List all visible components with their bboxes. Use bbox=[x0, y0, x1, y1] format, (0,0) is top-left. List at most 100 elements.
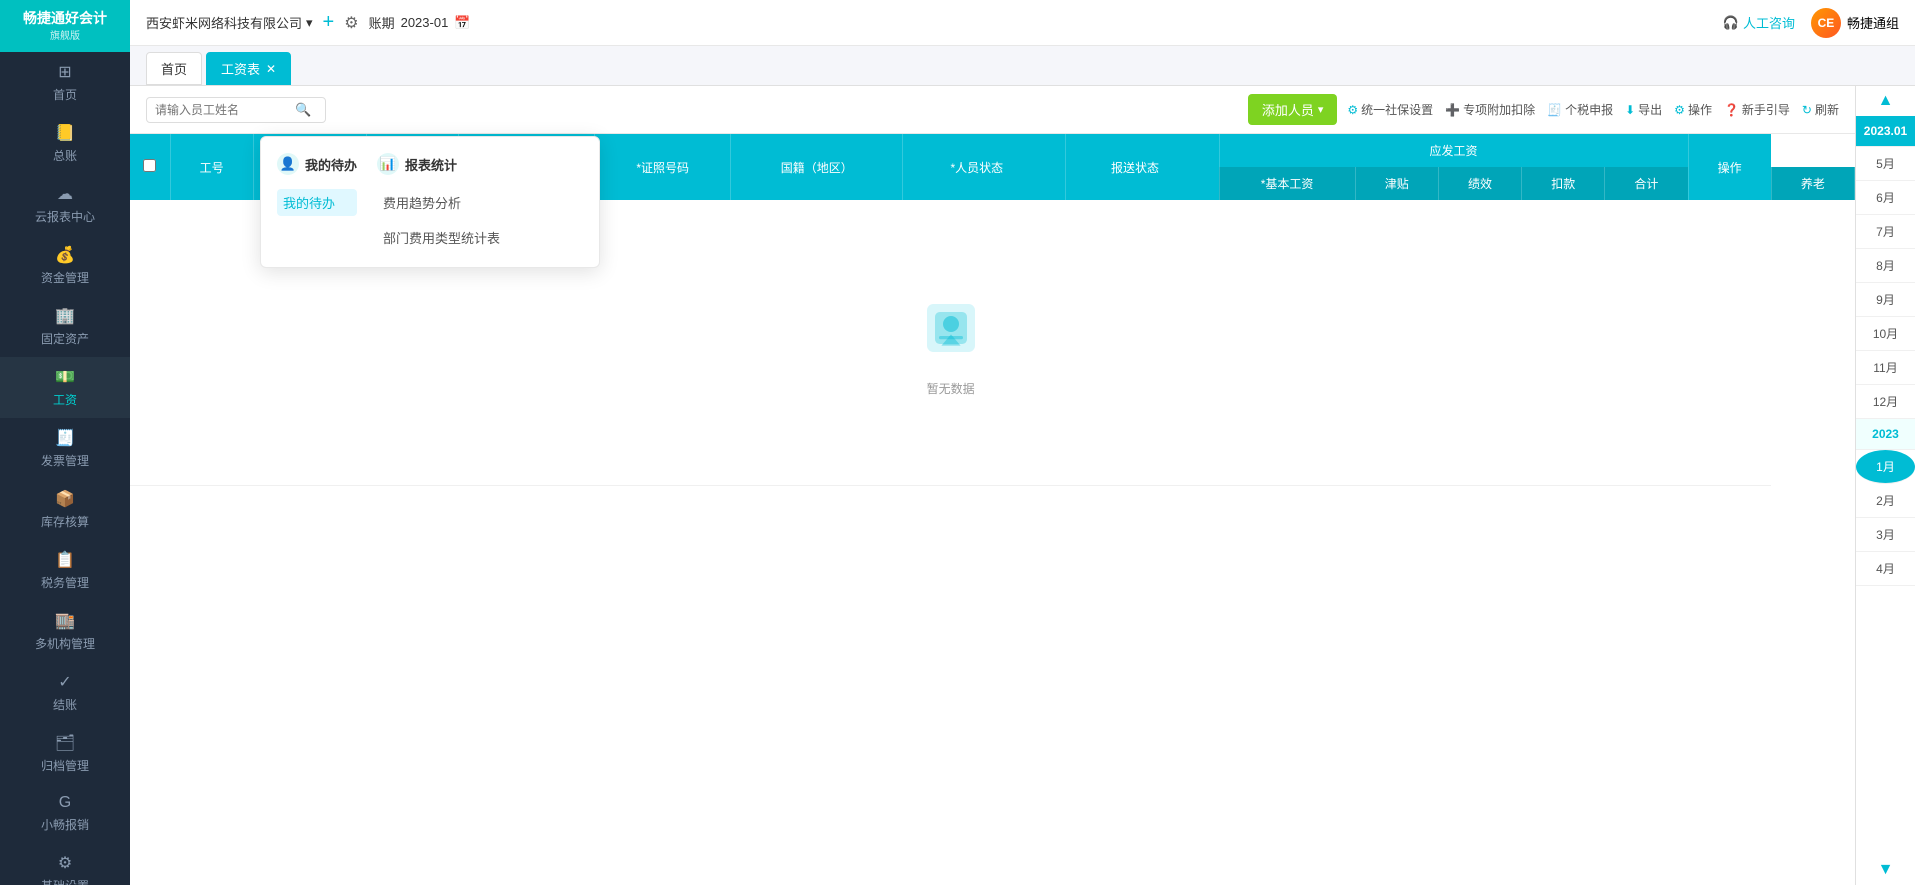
dropdown-item-dept[interactable]: 部门费用类型统计表 bbox=[377, 224, 506, 251]
sidebar-item-close[interactable]: ✓ 结账 bbox=[0, 662, 130, 723]
user-name: 畅捷通组 bbox=[1847, 13, 1899, 32]
tab-label: 工资表 bbox=[221, 59, 260, 78]
sidebar-item-archive[interactable]: 🗂 归档管理 bbox=[0, 723, 130, 784]
month-nav-down[interactable]: ▼ bbox=[1856, 855, 1915, 885]
action-icon: ⬇ bbox=[1625, 103, 1635, 117]
action-统一社保设置[interactable]: ⚙统一社保设置 bbox=[1347, 101, 1433, 118]
select-all-header bbox=[130, 134, 170, 200]
sidebar-item-multi[interactable]: 🏬 多机构管理 bbox=[0, 601, 130, 662]
search-wrap[interactable]: 🔍 bbox=[146, 97, 326, 123]
month-panel-header: 2023.01 bbox=[1856, 116, 1915, 147]
ledger-icon: 📒 bbox=[55, 123, 75, 143]
sidebar-item-label-invoice: 发票管理 bbox=[41, 452, 89, 469]
month-item-2023-1月[interactable]: 1月 bbox=[1856, 450, 1915, 484]
funds-icon: 💰 bbox=[55, 245, 75, 265]
company-selector[interactable]: 西安虾米网络科技有限公司 ▾ bbox=[146, 13, 313, 32]
month-item-2023-2月[interactable]: 2月 bbox=[1856, 484, 1915, 518]
sidebar-item-label-salary: 工资 bbox=[53, 391, 77, 408]
month-panel: ▲ 2023.015月6月7月8月9月10月11月12月20231月2月3月4月… bbox=[1855, 86, 1915, 885]
col-deduction: 扣款 bbox=[1522, 167, 1605, 200]
dropdown-sections: 👤 我的待办 我的待办 📊 报表统计 费用趋势分析 部门费用类型统计表 bbox=[277, 153, 583, 251]
section-todo-title: 👤 我的待办 bbox=[277, 153, 357, 175]
action-刷新[interactable]: ↻刷新 bbox=[1802, 101, 1839, 118]
period-value: 2023-01 bbox=[401, 15, 449, 30]
empty-illustration bbox=[911, 288, 991, 368]
sidebar-nav: ⊞ 首页 📒 总账 ☁ 云报表中心 💰 资金管理 🏢 固定资产 💵 工资 🧾 发… bbox=[0, 52, 130, 885]
sidebar-item-xiao[interactable]: G 小畅报销 bbox=[0, 784, 130, 843]
action-icon: ➕ bbox=[1445, 103, 1460, 117]
sidebar-item-funds[interactable]: 💰 资金管理 bbox=[0, 235, 130, 296]
month-item-8月[interactable]: 8月 bbox=[1856, 249, 1915, 283]
xiao-icon: G bbox=[59, 794, 71, 812]
action-操作[interactable]: ⚙操作 bbox=[1674, 101, 1712, 118]
sidebar-item-home[interactable]: ⊞ 首页 bbox=[0, 52, 130, 113]
add-person-button[interactable]: 添加人员 ▾ bbox=[1248, 94, 1338, 125]
sidebar-item-inventory[interactable]: 📦 库存核算 bbox=[0, 479, 130, 540]
action-icon: ↻ bbox=[1802, 103, 1812, 117]
sidebar-item-tax[interactable]: 📋 税务管理 bbox=[0, 540, 130, 601]
tab-close-icon[interactable]: ✕ bbox=[266, 63, 276, 75]
tab-首页[interactable]: 首页 bbox=[146, 52, 202, 85]
sidebar-item-label-close: 结账 bbox=[53, 696, 77, 713]
month-item-6月[interactable]: 6月 bbox=[1856, 181, 1915, 215]
month-item-10月[interactable]: 10月 bbox=[1856, 317, 1915, 351]
month-list: 2023.015月6月7月8月9月10月11月12月20231月2月3月4月 bbox=[1856, 116, 1915, 855]
dropdown-item-trend[interactable]: 费用趋势分析 bbox=[377, 189, 506, 216]
topbar-right: 🎧 人工咨询 CE 畅捷通组 bbox=[1723, 8, 1899, 38]
period-label: 账期 bbox=[369, 13, 395, 32]
user-menu[interactable]: CE 畅捷通组 bbox=[1811, 8, 1899, 38]
col-pension: 养老 bbox=[1771, 167, 1854, 200]
report-icon: 📊 bbox=[377, 153, 399, 175]
month-item-7月[interactable]: 7月 bbox=[1856, 215, 1915, 249]
tab-label: 首页 bbox=[161, 59, 187, 78]
app-subtitle: 旗舰版 bbox=[50, 27, 80, 42]
action-label: 统一社保设置 bbox=[1361, 101, 1433, 118]
sidebar-item-label-inventory: 库存核算 bbox=[41, 513, 89, 530]
toolbar-actions: ⚙统一社保设置 ➕专项附加扣除 🧾个税申报 ⬇导出 ⚙操作 ❓新手引导 ↻刷新 bbox=[1347, 101, 1839, 118]
app-name: 畅捷通好会计 bbox=[23, 10, 107, 27]
col-nationality: 国籍（地区） bbox=[731, 134, 903, 200]
action-导出[interactable]: ⬇导出 bbox=[1625, 101, 1662, 118]
section-reports-label: 报表统计 bbox=[405, 155, 457, 174]
action-label: 专项附加扣除 bbox=[1463, 101, 1535, 118]
company-name: 西安虾米网络科技有限公司 bbox=[146, 13, 302, 32]
sidebar-item-label-funds: 资金管理 bbox=[41, 269, 89, 286]
sidebar-item-label-home: 首页 bbox=[53, 86, 77, 103]
month-nav-up[interactable]: ▲ bbox=[1856, 86, 1915, 116]
action-新手引导[interactable]: ❓新手引导 bbox=[1724, 101, 1790, 118]
sidebar-item-ledger[interactable]: 📒 总账 bbox=[0, 113, 130, 174]
sidebar-item-salary[interactable]: 💵 工资 bbox=[0, 357, 130, 418]
col-performance: 绩效 bbox=[1438, 167, 1521, 200]
dropdown-item-todo[interactable]: 我的待办 bbox=[277, 189, 357, 216]
period-selector[interactable]: 账期 2023-01 📅 bbox=[369, 13, 471, 32]
assets-icon: 🏢 bbox=[55, 306, 75, 326]
month-item-2023-4月[interactable]: 4月 bbox=[1856, 552, 1915, 586]
sidebar-item-basic[interactable]: ⚙ 基础设置 bbox=[0, 843, 130, 885]
action-label: 操作 bbox=[1688, 101, 1712, 118]
action-专项附加扣除[interactable]: ➕专项附加扣除 bbox=[1445, 101, 1535, 118]
sidebar-item-assets[interactable]: 🏢 固定资产 bbox=[0, 296, 130, 357]
action-个税申报[interactable]: 🧾个税申报 bbox=[1547, 101, 1613, 118]
tab-工资表[interactable]: 工资表 ✕ bbox=[206, 52, 291, 85]
inventory-icon: 📦 bbox=[55, 489, 75, 509]
month-item-9月[interactable]: 9月 bbox=[1856, 283, 1915, 317]
sidebar-item-label-ledger: 总账 bbox=[53, 147, 77, 164]
service-button[interactable]: 🎧 人工咨询 bbox=[1723, 13, 1795, 32]
settings-button[interactable]: ⚙ bbox=[344, 13, 358, 33]
month-item-12月[interactable]: 12月 bbox=[1856, 385, 1915, 419]
cloud-icon: ☁ bbox=[57, 184, 73, 204]
sidebar-item-cloud[interactable]: ☁ 云报表中心 bbox=[0, 174, 130, 235]
search-input[interactable] bbox=[155, 103, 295, 117]
month-item-5月[interactable]: 5月 bbox=[1856, 147, 1915, 181]
section-todo-label: 我的待办 bbox=[305, 155, 357, 174]
month-item-2023-3月[interactable]: 3月 bbox=[1856, 518, 1915, 552]
topbar: 西安虾米网络科技有限公司 ▾ + ⚙ 账期 2023-01 📅 🎧 人工咨询 C… bbox=[130, 0, 1915, 46]
year-2023-label: 2023 bbox=[1856, 419, 1915, 450]
sidebar-item-label-assets: 固定资产 bbox=[41, 330, 89, 347]
month-item-11月[interactable]: 11月 bbox=[1856, 351, 1915, 385]
add-company-button[interactable]: + bbox=[323, 11, 335, 34]
select-all-checkbox[interactable] bbox=[143, 159, 156, 172]
section-reports-title: 📊 报表统计 bbox=[377, 153, 506, 175]
sidebar-item-invoice[interactable]: 🧾 发票管理 bbox=[0, 418, 130, 479]
calendar-icon: 📅 bbox=[454, 15, 470, 31]
